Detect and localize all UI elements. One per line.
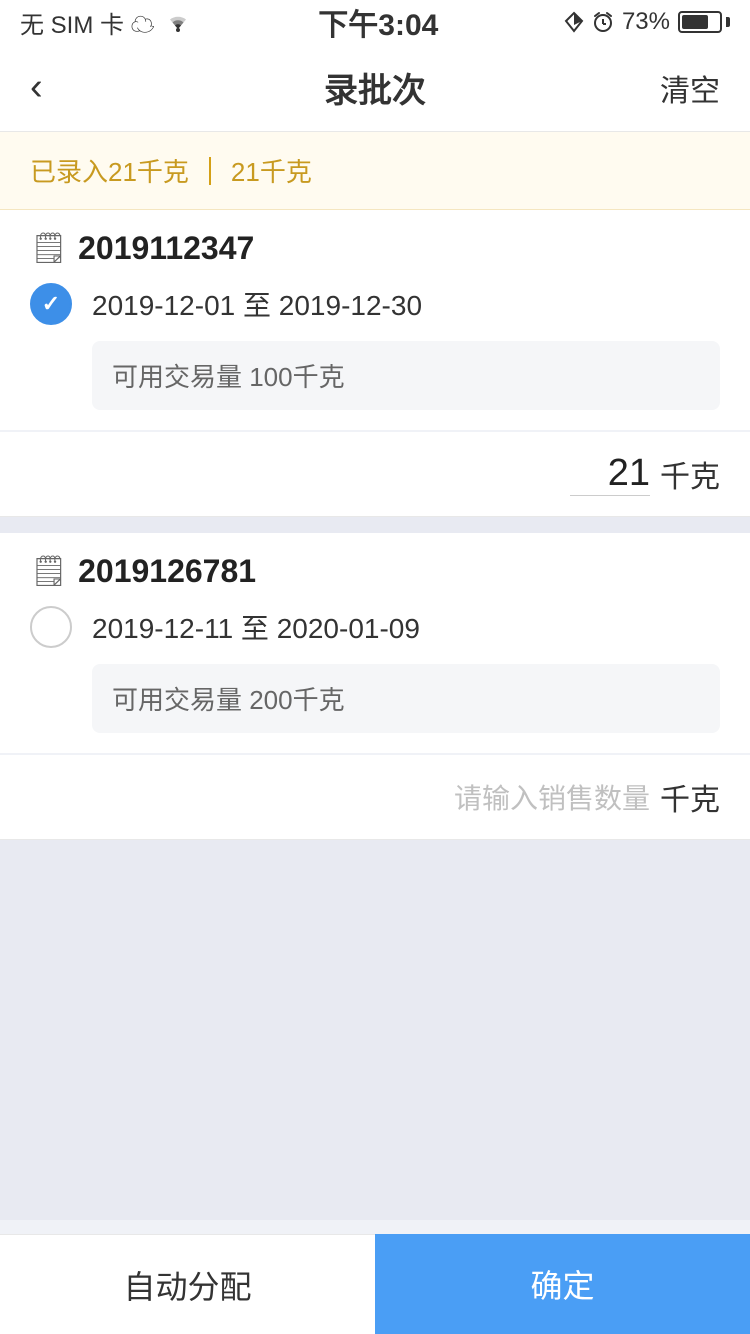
batch-id-1: 2019112347: [78, 230, 254, 267]
batch-available-1: 可用交易量 100千克: [92, 341, 720, 410]
quantity-unit-2: 千克: [660, 775, 720, 819]
quantity-input-area-2: 请输入销售数量 千克: [454, 775, 720, 819]
radio-btn-2[interactable]: [30, 606, 72, 648]
batch-card-1: 🗒 2019112347 ✓ 2019-12-01 至 2019-12-30 可…: [0, 210, 750, 430]
back-button[interactable]: ‹: [30, 66, 90, 109]
info-banner: 已录入21千克 21千克: [0, 132, 750, 210]
quantity-unit-1: 千克: [660, 452, 720, 496]
batch-available-2: 可用交易量 200千克: [92, 664, 720, 733]
wifi-icon: [163, 11, 193, 33]
batch-date-2: 2019-12-11 至 2020-01-09: [92, 607, 420, 647]
auto-distribute-button[interactable]: 自动分配: [0, 1234, 375, 1334]
doc-icon-1: 🗒: [30, 231, 68, 266]
clear-button[interactable]: 清空: [660, 66, 720, 110]
batch-header-1: 🗒 2019112347: [30, 230, 720, 267]
doc-icon-2: 🗒: [30, 554, 68, 589]
section-separator: [0, 517, 750, 533]
quantity-placeholder-2[interactable]: 请输入销售数量: [454, 777, 650, 817]
quantity-row-1: 21 千克: [0, 432, 750, 517]
batch-id-2: 2019126781: [78, 553, 256, 590]
empty-area: [0, 840, 750, 1220]
recorded-label: 已录入21千克: [30, 152, 189, 189]
batch-header-2: 🗒 2019126781: [30, 553, 720, 590]
batch-row-2: 2019-12-11 至 2020-01-09: [30, 606, 720, 648]
check-mark-1: ✓: [42, 291, 60, 317]
battery-icon: [678, 11, 730, 33]
status-right: 73%: [564, 8, 730, 36]
radio-btn-1[interactable]: ✓: [30, 283, 72, 325]
batch-row-1: ✓ 2019-12-01 至 2019-12-30: [30, 283, 720, 325]
status-time: 下午3:04: [318, 0, 438, 44]
batch-card-2: 🗒 2019126781 2019-12-11 至 2020-01-09 可用交…: [0, 533, 750, 753]
quantity-input-area-1: 21 千克: [570, 452, 720, 496]
recorded-value: 21千克: [231, 152, 312, 189]
alarm-icon: [592, 11, 614, 33]
banner-divider: [209, 157, 211, 185]
battery-percent: 73%: [622, 8, 670, 36]
status-left: 无 SIM 卡 ☁: [20, 5, 193, 40]
batch-date-1: 2019-12-01 至 2019-12-30: [92, 284, 422, 324]
confirm-button[interactable]: 确定: [375, 1234, 750, 1334]
nav-bar: ‹ 录批次 清空: [0, 44, 750, 132]
bottom-bar: 自动分配 确定: [0, 1234, 750, 1334]
location-icon: [564, 11, 584, 33]
status-bar: 无 SIM 卡 ☁ 下午3:04 73%: [0, 0, 750, 44]
quantity-row-2: 请输入销售数量 千克: [0, 755, 750, 840]
no-sim-label: 无 SIM 卡 ☁: [20, 5, 155, 40]
quantity-value-1[interactable]: 21: [570, 452, 650, 496]
page-title: 录批次: [324, 63, 426, 112]
